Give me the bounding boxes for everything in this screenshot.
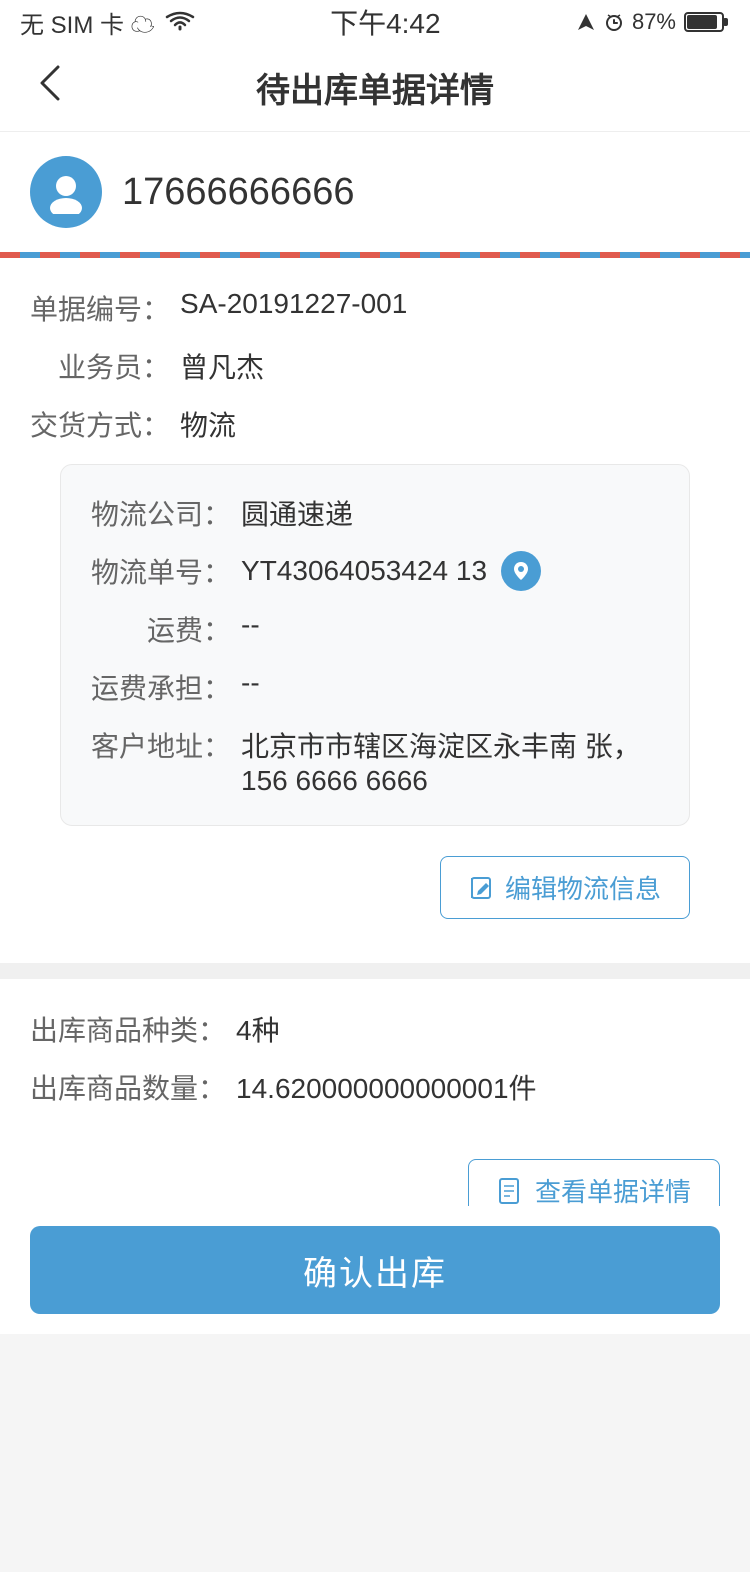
goods-quantity-label: 出库商品数量： <box>30 1067 226 1107</box>
status-time: 下午4:42 <box>330 2 441 42</box>
battery-icon <box>684 11 730 33</box>
battery-text: 87% <box>632 9 676 35</box>
view-details-label: 查看单据详情 <box>535 1172 691 1209</box>
salesman-row: 业务员： 曾凡杰 <box>30 346 720 386</box>
freight-bear-value: -- <box>241 667 659 699</box>
page-title: 待出库单据详情 <box>256 63 494 112</box>
goods-section: 出库商品种类： 4种 出库商品数量： 14.620000000000001件 <box>0 979 750 1149</box>
confirm-outbound-button[interactable]: 确认出库 <box>30 1226 720 1314</box>
goods-types-value: 4种 <box>236 1009 720 1049</box>
logistics-company-value: 圆通速递 <box>241 493 659 533</box>
wifi-icon <box>165 11 195 33</box>
logistics-card: 物流公司： 圆通速递 物流单号： YT43064053424 13 运费： <box>60 464 690 826</box>
tracking-location-icon[interactable] <box>501 551 541 591</box>
avatar <box>30 156 102 228</box>
nav-bar: 待出库单据详情 <box>0 44 750 132</box>
delivery-value: 物流 <box>180 404 720 444</box>
edit-icon <box>469 875 495 901</box>
freight-bear-label: 运费承担： <box>91 667 231 707</box>
location-status-icon <box>576 12 596 32</box>
logistics-tracking-label: 物流单号： <box>91 551 231 591</box>
edit-logistics-label: 编辑物流信息 <box>505 869 661 906</box>
logistics-tracking-row: 物流单号： YT43064053424 13 <box>91 551 659 591</box>
goods-quantity-value: 14.620000000000001件 <box>236 1067 720 1107</box>
status-bar: 无 SIM 卡 ☁ 下午4:42 87% <box>0 0 750 44</box>
freight-bear-row: 运费承担： -- <box>91 667 659 707</box>
confirm-btn-area: 确认出库 <box>0 1206 750 1334</box>
sim-text: 无 SIM 卡 ☁ <box>20 5 155 40</box>
address-row: 客户地址： 北京市市辖区海淀区永丰南 张，156 6666 6666 <box>91 725 659 797</box>
status-left: 无 SIM 卡 ☁ <box>20 5 195 40</box>
status-right: 87% <box>576 9 730 35</box>
order-no-value: SA-20191227-001 <box>180 288 720 320</box>
edit-logistics-btn-area: 编辑物流信息 <box>30 846 720 939</box>
user-phone: 17666666666 <box>122 171 354 214</box>
goods-types-row: 出库商品种类： 4种 <box>30 1009 720 1049</box>
salesman-label: 业务员： <box>30 346 170 386</box>
delivery-row: 交货方式： 物流 <box>30 404 720 444</box>
goods-quantity-row: 出库商品数量： 14.620000000000001件 <box>30 1067 720 1107</box>
order-info-section: 单据编号： SA-20191227-001 业务员： 曾凡杰 交货方式： 物流 … <box>0 258 750 963</box>
freight-label: 运费： <box>91 609 231 649</box>
document-icon <box>497 1178 525 1204</box>
logistics-company-row: 物流公司： 圆通速递 <box>91 493 659 533</box>
back-button[interactable] <box>30 55 70 120</box>
logistics-company-label: 物流公司： <box>91 493 231 533</box>
user-section: 17666666666 <box>0 132 750 252</box>
order-no-label: 单据编号： <box>30 288 170 328</box>
freight-value: -- <box>241 609 659 641</box>
goods-types-label: 出库商品种类： <box>30 1009 226 1049</box>
tracking-number-text: YT43064053424 13 <box>241 555 487 587</box>
alarm-icon <box>604 12 624 32</box>
edit-logistics-button[interactable]: 编辑物流信息 <box>440 856 690 919</box>
logistics-tracking-value: YT43064053424 13 <box>241 551 659 591</box>
freight-row: 运费： -- <box>91 609 659 649</box>
address-value: 北京市市辖区海淀区永丰南 张，156 6666 6666 <box>241 725 659 797</box>
section-divider-1 <box>0 963 750 979</box>
salesman-value: 曾凡杰 <box>180 346 720 386</box>
delivery-label: 交货方式： <box>30 404 170 444</box>
order-no-row: 单据编号： SA-20191227-001 <box>30 288 720 328</box>
address-label: 客户地址： <box>91 725 231 765</box>
